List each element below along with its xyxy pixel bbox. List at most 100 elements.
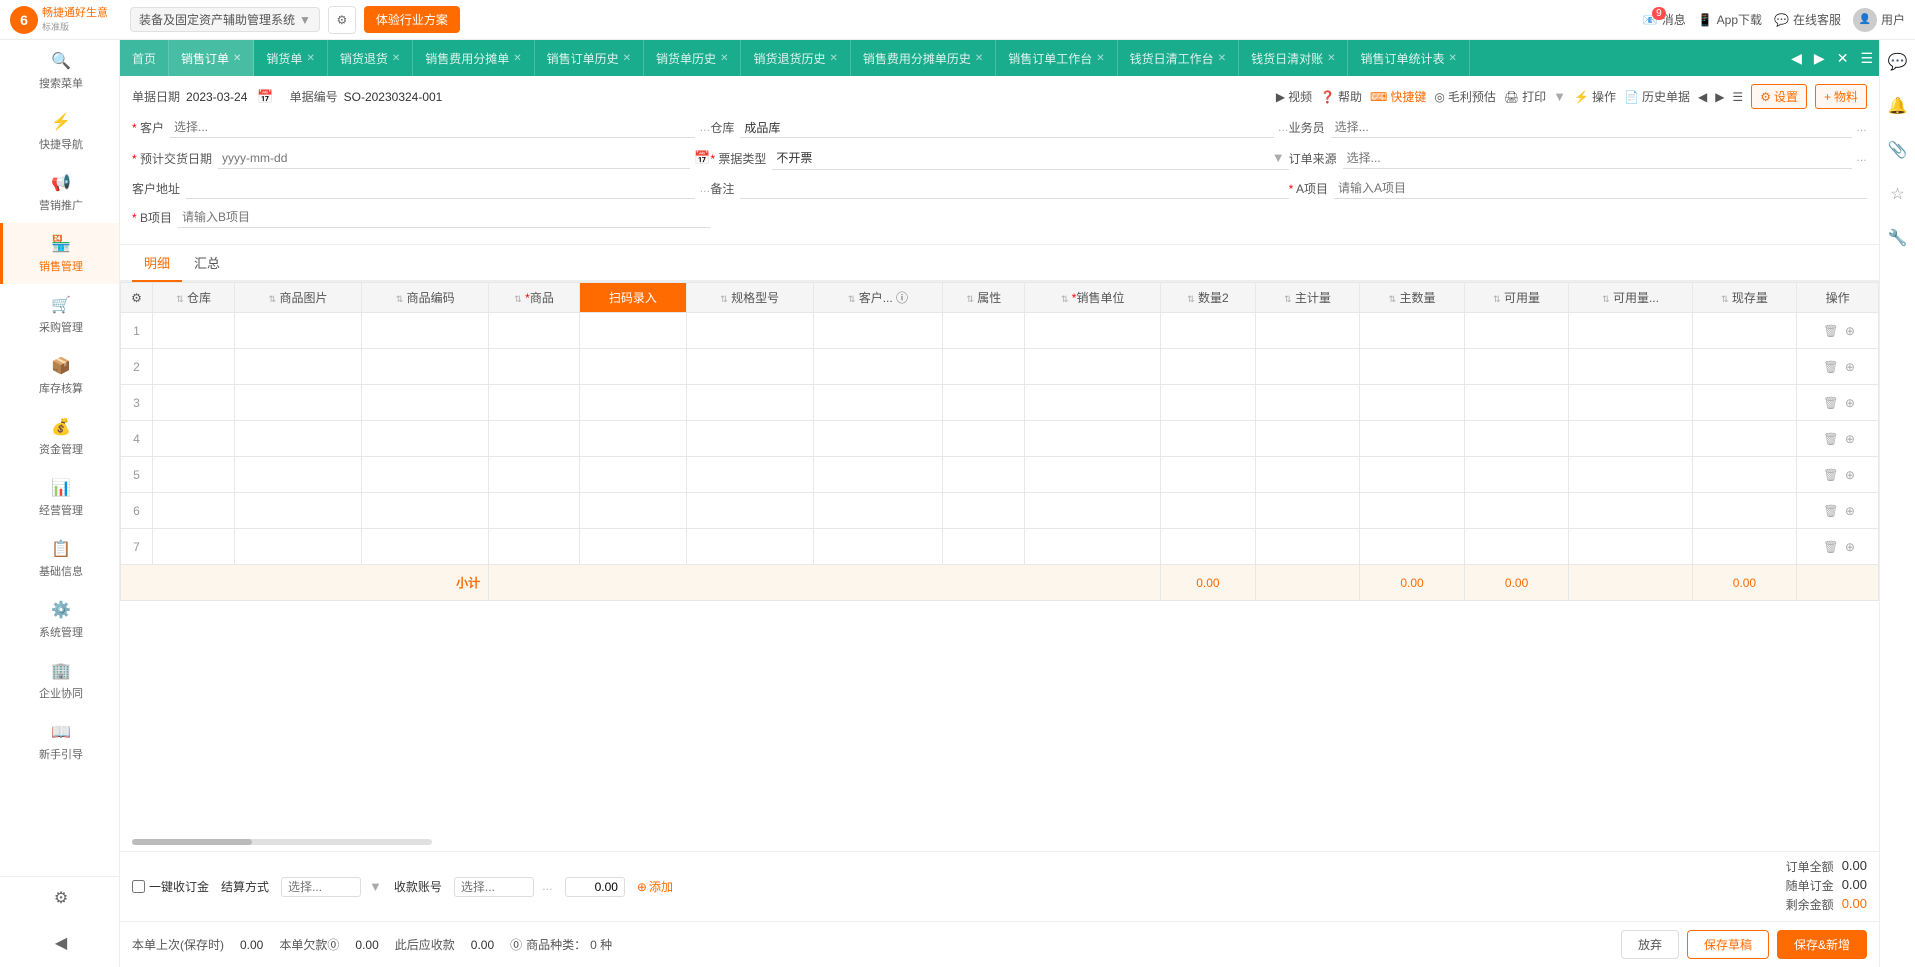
row-main-qty[interactable]	[1360, 493, 1465, 529]
row-delete-icon[interactable]: 🗑	[1823, 432, 1838, 446]
row-warehouse[interactable]	[153, 493, 235, 529]
right-icon-star[interactable]: ☆	[1884, 180, 1912, 208]
order-source-input[interactable]	[1343, 148, 1852, 169]
customer-more[interactable]: …	[699, 122, 710, 134]
warehouse-more[interactable]: …	[1278, 122, 1289, 134]
view-btn[interactable]: ▶ 视频	[1276, 88, 1312, 105]
row-unit[interactable]	[1025, 421, 1161, 457]
tab-close-sales-goods[interactable]: ✕	[306, 53, 314, 64]
row-copy-icon[interactable]: ⊕	[1845, 360, 1855, 374]
warehouse-input[interactable]	[740, 117, 1273, 138]
right-icon-tool[interactable]: 🔧	[1884, 224, 1912, 252]
row-code[interactable]	[362, 529, 489, 565]
sidebar-item-guide[interactable]: 📖 新手引导	[0, 711, 119, 772]
row-customer-no[interactable]	[813, 457, 943, 493]
user-menu[interactable]: 👤 用户	[1853, 8, 1905, 32]
sidebar-item-inventory[interactable]: 📦 库存核算	[0, 345, 119, 406]
row-unit[interactable]	[1025, 529, 1161, 565]
invoice-dropdown-icon[interactable]: ▼	[1272, 150, 1285, 165]
row-delete-icon[interactable]: 🗑	[1823, 540, 1838, 554]
a-project-input[interactable]	[1334, 178, 1867, 199]
row-delete-icon[interactable]: 🗑	[1823, 504, 1838, 518]
tab-close-fee-split[interactable]: ✕	[513, 53, 521, 64]
tab-order-workbench[interactable]: 销售订单工作台 ✕	[996, 40, 1117, 76]
row-qty2[interactable]	[1161, 349, 1256, 385]
salesperson-input[interactable]	[1331, 117, 1852, 138]
row-attrs[interactable]	[943, 421, 1025, 457]
row-action[interactable]: 🗑 ⊕	[1797, 421, 1879, 457]
row-product[interactable]	[489, 529, 580, 565]
tab-next-btn[interactable]: ▶	[1808, 40, 1831, 76]
row-spec[interactable]	[686, 529, 813, 565]
calendar-icon[interactable]: 📅	[257, 89, 273, 105]
app-download-btn[interactable]: 📱 App下载	[1698, 11, 1762, 28]
row-delete-icon[interactable]: 🗑	[1823, 396, 1838, 410]
table-row[interactable]: 2 🗑 ⊕	[121, 349, 1879, 385]
row-product[interactable]	[489, 493, 580, 529]
account-input[interactable]	[454, 877, 534, 897]
row-product[interactable]	[489, 421, 580, 457]
row-action[interactable]: 🗑 ⊕	[1797, 349, 1879, 385]
row-spec[interactable]	[686, 385, 813, 421]
row-unit[interactable]	[1025, 457, 1161, 493]
tab-close-fee-history[interactable]: ✕	[975, 53, 983, 64]
grid-view[interactable]: ☰	[1732, 90, 1743, 104]
tab-detail[interactable]: 明细	[132, 245, 182, 282]
address-input[interactable]	[186, 178, 695, 199]
sidebar-item-operations[interactable]: 📊 经营管理	[0, 467, 119, 528]
row-attrs[interactable]	[943, 457, 1025, 493]
account-more[interactable]: …	[542, 881, 553, 893]
operate-btn[interactable]: ⚡ 操作	[1574, 88, 1616, 105]
row-qty2[interactable]	[1161, 313, 1256, 349]
row-warehouse[interactable]	[153, 349, 235, 385]
tab-close-daily-workbench[interactable]: ✕	[1218, 53, 1226, 64]
tab-close-order-workbench[interactable]: ✕	[1096, 53, 1104, 64]
table-row[interactable]: 7 🗑 ⊕	[121, 529, 1879, 565]
delivery-calendar-icon[interactable]: 📅	[694, 150, 710, 166]
table-row[interactable]: 6 🗑 ⊕	[121, 493, 1879, 529]
delivery-input[interactable]	[218, 148, 690, 169]
row-qty2[interactable]	[1161, 421, 1256, 457]
row-qty2[interactable]	[1161, 493, 1256, 529]
table-wrapper[interactable]: ⚙ ⇅ 仓库 ⇅ 商品图片 ⇅ 商品编码 ⇅ *商品 扫码录入 ⇅ 规格型号 ⇅…	[120, 282, 1879, 833]
row-spec[interactable]	[686, 457, 813, 493]
settlement-input[interactable]	[281, 877, 361, 897]
row-spec[interactable]	[686, 493, 813, 529]
row-main-qty[interactable]	[1360, 529, 1465, 565]
sidebar-item-purchase[interactable]: 🛒 采购管理	[0, 284, 119, 345]
row-action[interactable]: 🗑 ⊕	[1797, 385, 1879, 421]
row-qty2[interactable]	[1161, 457, 1256, 493]
row-customer-no[interactable]	[813, 313, 943, 349]
row-warehouse[interactable]	[153, 529, 235, 565]
row-copy-icon[interactable]: ⊕	[1845, 396, 1855, 410]
row-delete-icon[interactable]: 🗑	[1823, 324, 1838, 338]
online-service-btn[interactable]: 💬 在线客服	[1774, 11, 1841, 28]
table-row[interactable]: 5 🗑 ⊕	[121, 457, 1879, 493]
table-row[interactable]: 3 🗑 ⊕	[121, 385, 1879, 421]
row-unit[interactable]	[1025, 493, 1161, 529]
row-main-qty[interactable]	[1360, 421, 1465, 457]
row-spec[interactable]	[686, 313, 813, 349]
row-spec[interactable]	[686, 349, 813, 385]
row-action[interactable]: 🗑 ⊕	[1797, 493, 1879, 529]
remark-input[interactable]	[740, 178, 1288, 199]
row-warehouse[interactable]	[153, 457, 235, 493]
row-copy-icon[interactable]: ⊕	[1845, 504, 1855, 518]
row-unit[interactable]	[1025, 385, 1161, 421]
one-key-checkout-checkbox[interactable]	[132, 880, 145, 893]
row-warehouse[interactable]	[153, 421, 235, 457]
row-qty2[interactable]	[1161, 385, 1256, 421]
tab-menu[interactable]: ☰	[1854, 40, 1879, 76]
solution-button[interactable]: 体验行业方案	[364, 6, 460, 33]
row-delete-icon[interactable]: 🗑	[1823, 468, 1838, 482]
row-delete-icon[interactable]: 🗑	[1823, 360, 1838, 374]
tab-close-goods-history[interactable]: ✕	[720, 53, 728, 64]
tab-goods-history[interactable]: 销货单历史 ✕	[644, 40, 741, 76]
tab-close-order-history[interactable]: ✕	[623, 53, 631, 64]
row-attrs[interactable]	[943, 493, 1025, 529]
order-source-more[interactable]: …	[1856, 152, 1867, 164]
table-row[interactable]: 1 🗑 ⊕	[121, 313, 1879, 349]
invoice-select[interactable]: 不开票 ▼	[772, 146, 1288, 170]
one-key-checkout-label[interactable]: 一键收订金	[132, 878, 209, 895]
row-code[interactable]	[362, 313, 489, 349]
